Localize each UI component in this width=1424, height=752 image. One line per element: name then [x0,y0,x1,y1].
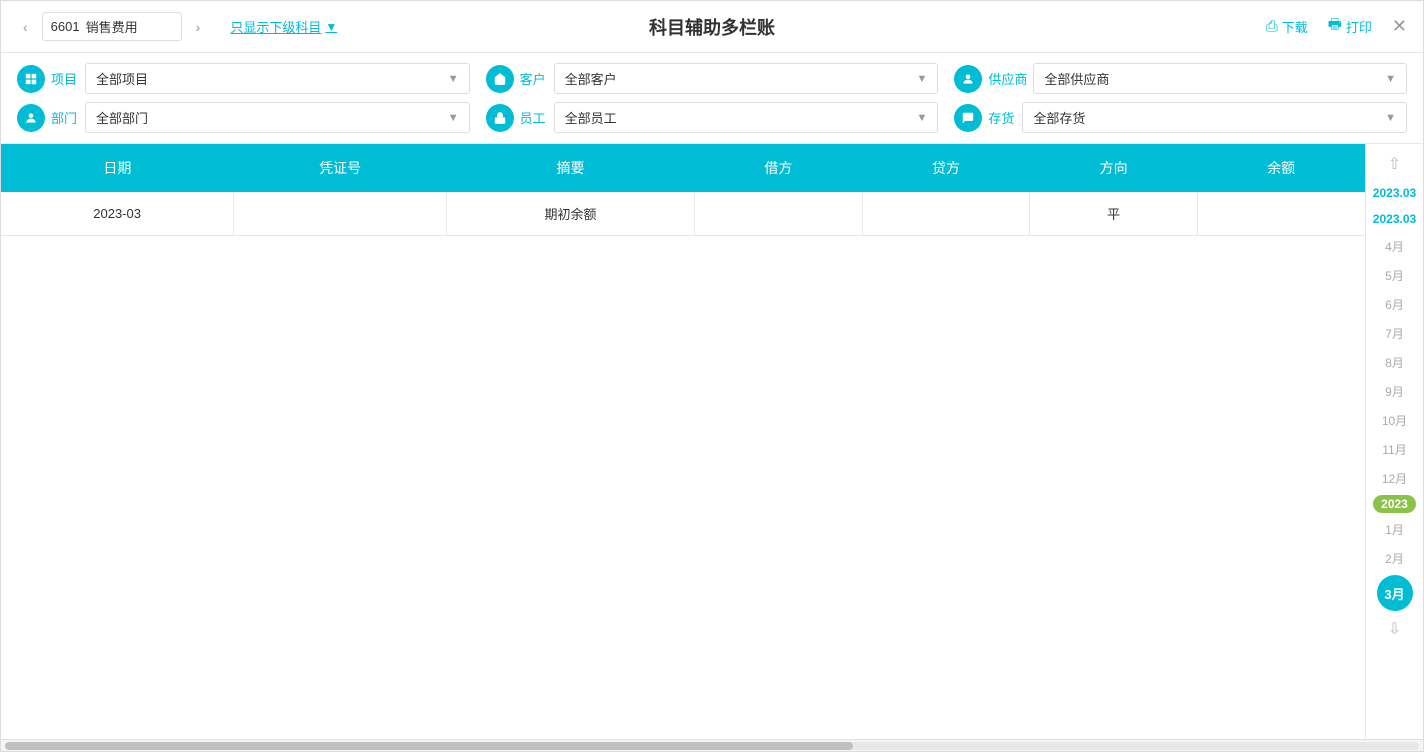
col-date: 日期 [1,144,234,192]
next-account-arrow[interactable]: › [190,17,207,37]
month-item-top-1[interactable]: 2023.03 [1366,180,1423,206]
supplier-icon [954,65,982,93]
scrollbar-track[interactable] [5,742,1419,750]
filter-area: 项目 全部项目 ▼ 客户 全部客户 ▼ [1,53,1423,144]
title-left: ‹ 6601 销售费用 › 只显示下级科目 ▼ [17,12,337,41]
filter-row-2: 部门 全部部门 ▼ 员工 全部员工 ▼ [17,102,1407,133]
print-label: 打印 [1346,17,1372,36]
account-code-box[interactable]: 6601 销售费用 [42,12,182,41]
col-debit: 借方 [695,144,863,192]
month-item-top-2[interactable]: 2023.03 [1366,206,1423,232]
month-item-5[interactable]: 5月 [1366,261,1423,290]
title-bar: ‹ 6601 销售费用 › 只显示下级科目 ▼ 科目辅助多栏账 ⎙ 下载 🖶 打… [1,1,1423,53]
inventory-label: 存货 [988,108,1016,127]
cell-4 [862,192,1030,236]
cell-2: 期初余额 [446,192,694,236]
month-item-11[interactable]: 11月 [1366,435,1423,464]
table-header-row: 日期 凭证号 摘要 借方 贷方 方向 余额 [1,144,1365,192]
cell-6 [1197,192,1365,236]
filter-supplier: 供应商 全部供应商 ▼ [954,63,1407,94]
customer-value: 全部客户 [565,69,913,88]
month-item-2[interactable]: 2月 [1366,544,1423,573]
print-icon: 🖶 [1328,14,1342,39]
page-title: 科目辅助多栏账 [649,14,775,40]
filter-inventory: 存货 全部存货 ▼ [954,102,1407,133]
table-area: 日期 凭证号 摘要 借方 贷方 方向 余额 2023-03 期初余额 平 ⇧ 202… [1,144,1423,739]
show-sub-toggle[interactable]: 只显示下级科目 ▼ [230,17,337,36]
prev-account-arrow[interactable]: ‹ [17,17,34,37]
employee-value: 全部员工 [565,108,913,127]
department-label: 部门 [51,108,79,127]
month-navigator: ⇧ 2023.03 2023.03 4月 5月 6月 7月 8月 9月 10月 … [1365,144,1423,739]
bottom-scrollbar[interactable] [1,739,1423,751]
table-container[interactable]: 日期 凭证号 摘要 借方 贷方 方向 余额 2023-03 期初余额 平 [1,144,1365,739]
filter-customer: 客户 全部客户 ▼ [486,63,939,94]
filter-project: 项目 全部项目 ▼ [17,63,470,94]
supplier-value: 全部供应商 [1044,69,1381,88]
employee-select[interactable]: 全部员工 ▼ [554,102,939,133]
close-button[interactable]: ✕ [1392,16,1407,37]
cell-3 [695,192,863,236]
inventory-select[interactable]: 全部存货 ▼ [1022,102,1407,133]
customer-dropdown-icon: ▼ [916,73,927,85]
download-label: 下载 [1282,17,1308,36]
month-item-1[interactable]: 1月 [1366,515,1423,544]
month-item-6[interactable]: 6月 [1366,290,1423,319]
project-dropdown-icon: ▼ [448,73,459,85]
main-window: ‹ 6601 销售费用 › 只显示下级科目 ▼ 科目辅助多栏账 ⎙ 下载 🖶 打… [0,0,1424,752]
download-button[interactable]: ⎙ 下载 [1266,17,1308,36]
month-item-4[interactable]: 4月 [1366,232,1423,261]
show-sub-arrow-icon: ▼ [325,20,337,34]
col-direction: 方向 [1030,144,1198,192]
inventory-icon [954,104,982,132]
project-icon [17,65,45,93]
inventory-value: 全部存货 [1033,108,1381,127]
employee-label: 员工 [520,108,548,127]
supplier-dropdown-icon: ▼ [1385,73,1396,85]
show-sub-label: 只显示下级科目 [230,17,321,36]
col-summary: 摘要 [446,144,694,192]
month-item-3-selected[interactable]: 3月 [1377,575,1413,611]
department-select[interactable]: 全部部门 ▼ [85,102,470,133]
cell-1 [234,192,447,236]
month-nav-down[interactable]: ⇩ [1366,613,1423,645]
scrollbar-thumb [5,742,853,750]
filter-employee: 员工 全部员工 ▼ [486,102,939,133]
inventory-dropdown-icon: ▼ [1385,112,1396,124]
month-item-10[interactable]: 10月 [1366,406,1423,435]
customer-label: 客户 [520,69,548,88]
month-item-9[interactable]: 9月 [1366,377,1423,406]
employee-dropdown-icon: ▼ [916,112,927,124]
data-table: 日期 凭证号 摘要 借方 贷方 方向 余额 2023-03 期初余额 平 [1,144,1365,236]
department-value: 全部部门 [96,108,444,127]
year-badge: 2023 [1373,495,1416,513]
customer-select[interactable]: 全部客户 ▼ [554,63,939,94]
table-row: 2023-03 期初余额 平 [1,192,1365,236]
project-select[interactable]: 全部项目 ▼ [85,63,470,94]
supplier-select[interactable]: 全部供应商 ▼ [1033,63,1407,94]
project-value: 全部项目 [96,69,444,88]
month-nav-up[interactable]: ⇧ [1366,148,1423,180]
download-icon: ⎙ [1266,18,1278,35]
filter-row-1: 项目 全部项目 ▼ 客户 全部客户 ▼ [17,63,1407,94]
col-voucher: 凭证号 [234,144,447,192]
month-item-7[interactable]: 7月 [1366,319,1423,348]
cell-0: 2023-03 [1,192,234,236]
account-name: 销售费用 [86,17,138,36]
account-code: 6601 [51,19,80,34]
department-icon [17,104,45,132]
month-item-8[interactable]: 8月 [1366,348,1423,377]
col-credit: 贷方 [862,144,1030,192]
month-item-12[interactable]: 12月 [1366,464,1423,493]
title-right: ⎙ 下载 🖶 打印 ✕ [1266,14,1407,39]
filter-department: 部门 全部部门 ▼ [17,102,470,133]
department-dropdown-icon: ▼ [448,112,459,124]
customer-icon [486,65,514,93]
cell-5: 平 [1030,192,1198,236]
print-button[interactable]: 🖶 打印 [1328,14,1372,39]
employee-icon [486,104,514,132]
col-balance: 余额 [1197,144,1365,192]
supplier-label: 供应商 [988,69,1027,88]
project-label: 项目 [51,69,79,88]
